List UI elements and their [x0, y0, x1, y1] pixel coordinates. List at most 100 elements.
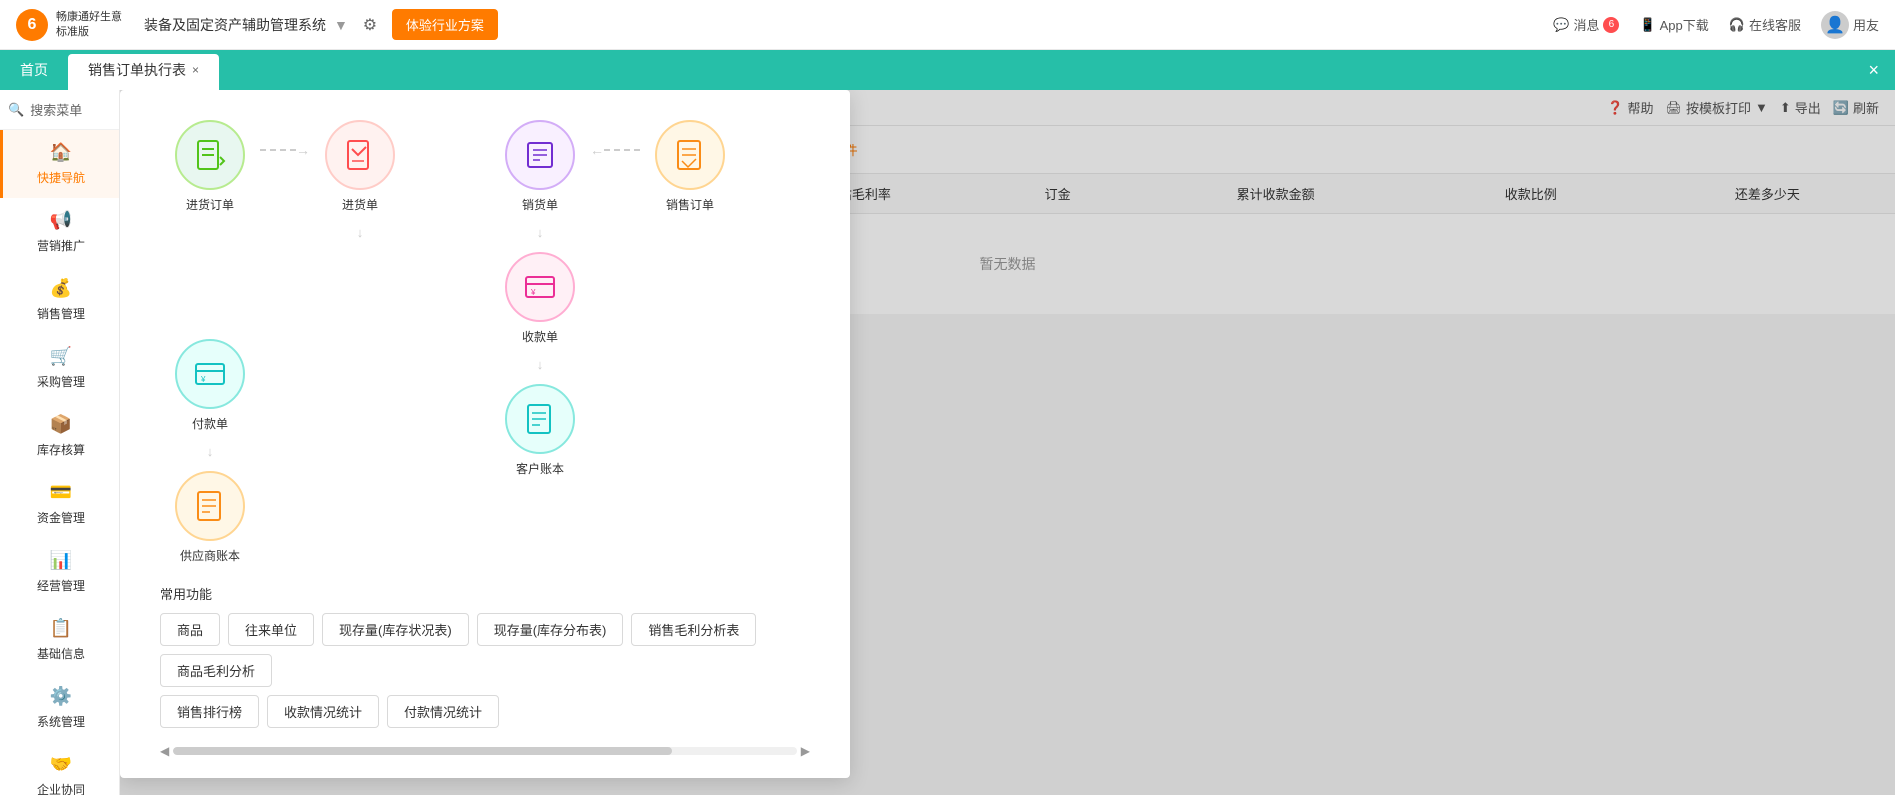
sales-slip-label: 销货单 — [522, 196, 558, 213]
supplier-ledger-label: 供应商账本 — [180, 547, 240, 564]
sales-order-node: 销售订单 — [640, 120, 740, 213]
down-arrow-3: ↓ — [353, 221, 368, 244]
search-icon: 🔍 — [8, 102, 24, 118]
customer-ledger-circle — [505, 384, 575, 454]
func-btn-sales-gross[interactable]: 销售毛利分析表 — [631, 613, 756, 646]
phone-icon: 📱 — [1639, 17, 1655, 33]
content-area: ❓ 帮助 🖨 按模板打印 ▼ ⬆ 导出 🔄 刷新 yyyy-mm-dd 📅 — [120, 90, 1895, 795]
tab-sales-order-execution[interactable]: 销售订单执行表 × — [68, 54, 219, 90]
money-icon: 💰 — [50, 278, 72, 299]
supplier-ledger-circle — [175, 471, 245, 541]
modal-box: 进货订单 ¥ 付款单 ↓ — [120, 90, 850, 778]
megaphone-icon: 📢 — [50, 210, 72, 231]
tab-close-icon[interactable]: × — [192, 63, 199, 77]
sidebar-item-operations-mgmt[interactable]: 📊 经营管理 — [0, 538, 119, 606]
clipboard-icon: 📋 — [50, 618, 72, 639]
tab-bar: 首页 销售订单执行表 × × — [0, 50, 1895, 90]
chart-icon: 📊 — [50, 550, 72, 571]
function-buttons-grid: 商品 往来单位 现存量(库存状况表) 现存量(库存分布表) 销售毛利分析表 商品… — [160, 613, 810, 687]
modal-overlay: 进货订单 ¥ 付款单 ↓ — [120, 90, 1895, 795]
home-icon: 🏠 — [50, 142, 72, 163]
logo-area: 6 畅康通好生意 标准版 — [16, 9, 136, 41]
sales-slip-node: 销货单 — [490, 120, 590, 213]
sidebar-item-sales-mgmt[interactable]: 💰 销售管理 — [0, 266, 119, 334]
sidebar: 🔍 搜索菜单 🏠 快捷导航 📢 营销推广 💰 销售管理 🛒 采购管理 📦 库存核… — [0, 90, 120, 795]
experience-button[interactable]: 体验行业方案 — [392, 9, 498, 40]
left-flow-column: 进货订单 ¥ 付款单 ↓ — [160, 120, 260, 564]
receipt-slip-label: 收款单 — [522, 328, 558, 345]
sales-slip-column: 销货单 ↓ ¥ 收款单 ↓ — [490, 120, 590, 477]
purchase-order-label: 进货订单 — [186, 196, 234, 213]
gear-icon: ⚙️ — [50, 686, 72, 707]
common-functions-section: 常用功能 商品 往来单位 现存量(库存状况表) 现存量(库存分布表) 销售毛利分… — [160, 584, 810, 728]
down-arrow-5: ↓ — [533, 353, 548, 376]
down-arrow-4: ↓ — [533, 221, 548, 244]
app-download-button[interactable]: 📱 App下载 — [1639, 15, 1708, 34]
sidebar-item-marketing[interactable]: 📢 营销推广 — [0, 198, 119, 266]
scroll-left-arrow[interactable]: ◀ — [160, 744, 169, 758]
search-menu-button[interactable]: 🔍 搜索菜单 — [0, 90, 119, 130]
payment-slip-label: 付款单 — [192, 415, 228, 432]
payment-slip-node: ¥ 付款单 — [160, 339, 260, 432]
dropdown-arrow-icon[interactable]: ▼ — [334, 17, 348, 33]
function-buttons-grid-row2: 销售排行榜 收款情况统计 付款情况统计 — [160, 695, 810, 728]
down-arrow-2: ↓ — [203, 440, 218, 463]
tab-home[interactable]: 首页 — [0, 50, 68, 90]
logo-text: 畅康通好生意 标准版 — [56, 10, 122, 39]
arrow-h1: → — [260, 120, 310, 158]
purchase-slip-column: 进货单 ↓ — [310, 120, 410, 252]
user-menu-button[interactable]: 👤 用友 — [1821, 11, 1879, 39]
purchase-slip-circle — [325, 120, 395, 190]
scroll-right-arrow[interactable]: ▶ — [801, 744, 810, 758]
customer-ledger-node: 客户账本 — [490, 384, 590, 477]
scroll-track[interactable] — [173, 747, 797, 755]
sidebar-item-capital-mgmt[interactable]: 💳 资金管理 — [0, 470, 119, 538]
sales-order-circle — [655, 120, 725, 190]
sidebar-item-enterprise-coop[interactable]: 🤝 企业协同 — [0, 742, 119, 795]
purchase-order-node: 进货订单 — [160, 120, 260, 213]
receipt-node: ¥ 收款单 — [490, 252, 590, 345]
payment-circle: ¥ — [175, 339, 245, 409]
message-button[interactable]: 💬 消息 6 — [1553, 15, 1619, 34]
purchase-slip-node: 进货单 — [310, 120, 410, 213]
svg-text:¥: ¥ — [530, 288, 536, 297]
message-icon: 💬 — [1553, 17, 1569, 33]
message-badge: 6 — [1603, 17, 1619, 33]
sidebar-item-inventory[interactable]: 📦 库存核算 — [0, 402, 119, 470]
receipt-circle: ¥ — [505, 252, 575, 322]
func-btn-product[interactable]: 商品 — [160, 613, 220, 646]
sidebar-item-quick-nav[interactable]: 🏠 快捷导航 — [0, 130, 119, 198]
common-functions-title: 常用功能 — [160, 584, 810, 603]
func-btn-partner[interactable]: 往来单位 — [228, 613, 314, 646]
svg-text:¥: ¥ — [200, 375, 206, 384]
modal-scrollbar: ◀ ▶ — [160, 744, 810, 758]
scroll-thumb — [173, 747, 672, 755]
sidebar-item-purchase-mgmt[interactable]: 🛒 采购管理 — [0, 334, 119, 402]
func-btn-product-gross[interactable]: 商品毛利分析 — [160, 654, 272, 687]
func-btn-sales-rank[interactable]: 销售排行榜 — [160, 695, 259, 728]
system-title: 装备及固定资产辅助管理系统 ▼ ⚙ 体验行业方案 — [144, 9, 498, 40]
sidebar-item-system-mgmt[interactable]: ⚙️ 系统管理 — [0, 674, 119, 742]
header-right: 💬 消息 6 📱 App下载 🎧 在线客服 👤 用友 — [1553, 11, 1879, 39]
settings-gear-icon[interactable]: ⚙ — [356, 11, 384, 39]
arrow-h2: ← — [590, 120, 640, 158]
sales-order-column: 销售订单 — [640, 120, 740, 213]
sales-order-label: 销售订单 — [666, 196, 714, 213]
logo-icon: 6 — [16, 9, 48, 41]
cart-icon: 🛒 — [50, 346, 72, 367]
func-btn-stock-dist[interactable]: 现存量(库存分布表) — [477, 613, 624, 646]
sales-slip-circle — [505, 120, 575, 190]
func-btn-stock-status[interactable]: 现存量(库存状况表) — [322, 613, 469, 646]
box-icon: 📦 — [50, 414, 72, 435]
func-btn-collection-stats[interactable]: 收款情况统计 — [267, 695, 379, 728]
top-header: 6 畅康通好生意 标准版 装备及固定资产辅助管理系统 ▼ ⚙ 体验行业方案 💬 … — [0, 0, 1895, 50]
user-avatar: 👤 — [1821, 11, 1849, 39]
sidebar-item-basic-info[interactable]: 📋 基础信息 — [0, 606, 119, 674]
window-close-icon[interactable]: × — [1852, 50, 1895, 90]
purchase-order-circle — [175, 120, 245, 190]
customer-ledger-label: 客户账本 — [516, 460, 564, 477]
flow-diagram: 进货订单 ¥ 付款单 ↓ — [160, 120, 810, 564]
purchase-slip-label: 进货单 — [342, 196, 378, 213]
func-btn-payment-stats[interactable]: 付款情况统计 — [387, 695, 499, 728]
online-service-button[interactable]: 🎧 在线客服 — [1729, 15, 1801, 34]
